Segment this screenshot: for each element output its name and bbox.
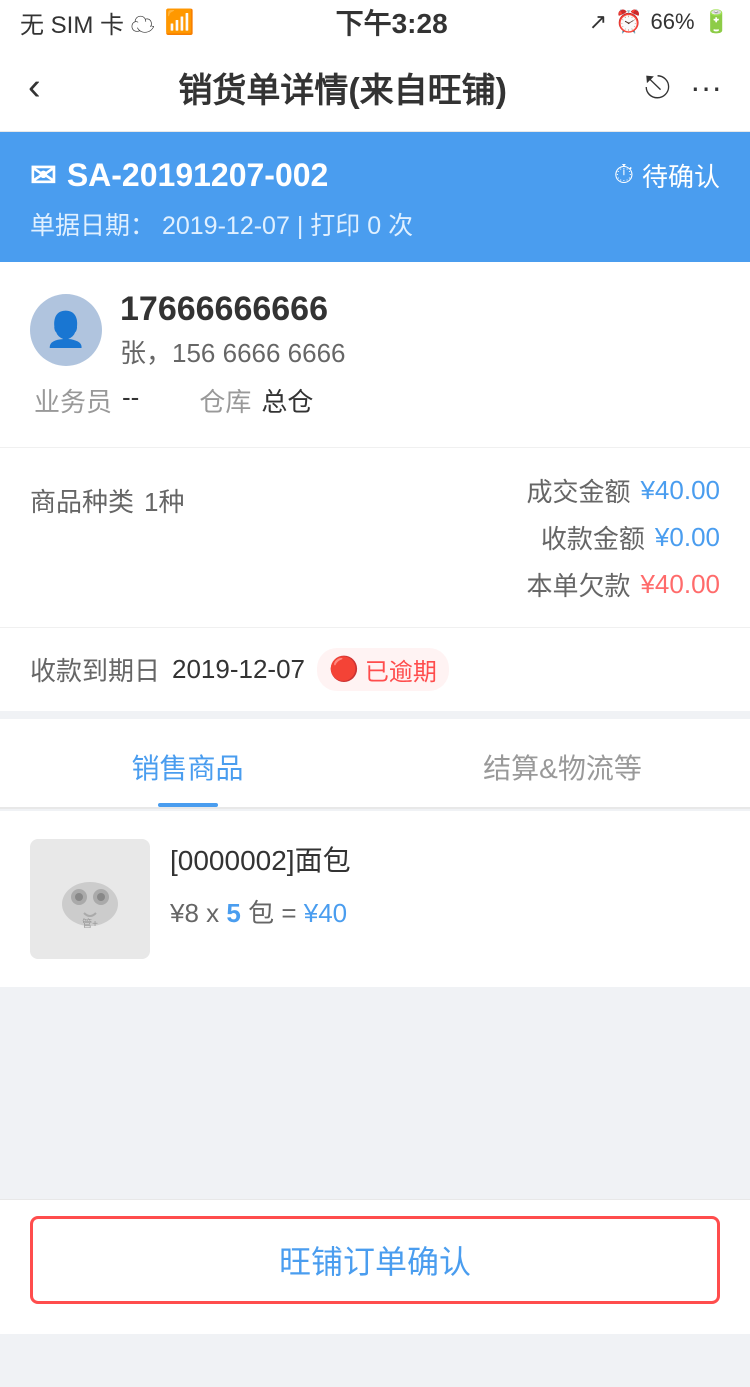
customer-info: 17666666666 张，156 6666 6666 <box>120 290 346 370</box>
product-item: 管+ [0000002]面包 ¥8 x 5 包 = ¥40 <box>30 839 720 959</box>
due-section: 收款到期日 2019-12-07 🔴 已逾期 <box>0 628 750 719</box>
tab-sales-goods[interactable]: 销售商品 <box>0 719 375 807</box>
warehouse-value: 总仓 <box>261 382 313 419</box>
price-per-unit: ¥8 <box>170 898 199 928</box>
order-date-line: 单据日期： 2019-12-07 | 打印 0 次 <box>30 206 720 242</box>
product-info: [0000002]面包 ¥8 x 5 包 = ¥40 <box>170 839 720 930</box>
product-total: ¥40 <box>304 898 347 928</box>
nav-actions: ⎋ ··· <box>645 69 722 107</box>
product-price-row: ¥8 x 5 包 = ¥40 <box>170 893 720 930</box>
print-suffix: 次 <box>388 212 413 240</box>
order-status: ⏱ 待确认 <box>614 157 720 194</box>
order-id-text: SA-20191207-002 <box>67 157 329 194</box>
owed-value: ¥40.00 <box>640 569 720 600</box>
warehouse-label: 仓库 <box>199 382 251 419</box>
date-label: 单据日期： <box>30 212 155 240</box>
due-label: 收款到期日 <box>30 651 160 688</box>
product-image: 管+ <box>30 839 150 959</box>
page-title: 销货单详情(来自旺铺) <box>178 63 507 112</box>
staff-value: -- <box>122 382 139 419</box>
tab-settlement[interactable]: 结算&物流等 <box>375 719 750 807</box>
due-date-value: 2019-12-07 <box>172 654 305 685</box>
order-status-text: 待确认 <box>642 157 720 194</box>
goods-type-row: 商品种类 1种 <box>30 482 184 519</box>
owed-label: 本单欠款 <box>526 566 630 603</box>
collected-label: 收款金额 <box>541 519 645 556</box>
svg-text:管+: 管+ <box>82 917 98 929</box>
collected-value: ¥0.00 <box>655 522 720 553</box>
product-name: [0000002]面包 <box>170 839 720 879</box>
status-bar-left: 无 SIM 卡 ☁ 📶 <box>20 5 195 40</box>
avatar-icon: 👤 <box>45 310 87 350</box>
multiply-sign: x <box>206 898 219 928</box>
nav-bar: ‹ 销货单详情(来自旺铺) ⎋ ··· <box>0 44 750 132</box>
transaction-row: 成交金额 ¥40.00 <box>526 472 720 509</box>
order-icon: ✉ <box>30 156 57 194</box>
confirm-order-button[interactable]: 旺铺订单确认 <box>30 1216 720 1304</box>
back-button[interactable]: ‹ <box>28 66 41 109</box>
transaction-label: 成交金额 <box>526 472 630 509</box>
status-bar: 无 SIM 卡 ☁ 📶 下午3:28 ↗ ⏰ 66% 🔋 <box>0 0 750 44</box>
warehouse-meta: 仓库 总仓 <box>199 382 313 419</box>
customer-name: 张，156 6666 6666 <box>120 333 346 370</box>
status-bar-right: ↗ ⏰ 66% 🔋 <box>589 9 730 35</box>
product-unit: 包 <box>248 898 274 928</box>
overdue-icon: 🔴 <box>329 655 359 684</box>
alarm-icon: ⏰ <box>615 9 642 35</box>
goods-type-value: 1种 <box>144 482 184 519</box>
tab-sales-goods-label: 销售商品 <box>131 753 243 784</box>
order-header: ✉ SA-20191207-002 ⏱ 待确认 单据日期： 2019-12-07… <box>0 132 750 262</box>
battery-icon: 🔋 <box>703 9 730 35</box>
customer-section: 👤 17666666666 张，156 6666 6666 业务员 -- 仓库 … <box>0 262 750 448</box>
tabs-section: 销售商品 结算&物流等 <box>0 719 750 809</box>
status-bar-time: 下午3:28 <box>336 2 448 42</box>
customer-phone: 17666666666 <box>120 290 346 329</box>
battery-level: 66% <box>651 9 695 35</box>
share-icon[interactable]: ⎋ <box>645 69 670 107</box>
bottom-bar: 旺铺订单确认 <box>0 1199 750 1334</box>
equals-sign: = <box>281 898 296 928</box>
order-date-value: 2019-12-07 <box>162 212 290 240</box>
confirm-order-label: 旺铺订单确认 <box>279 1237 471 1283</box>
summary-section: 商品种类 1种 成交金额 ¥40.00 收款金额 ¥0.00 本单欠款 ¥40.… <box>0 448 750 628</box>
customer-meta: 业务员 -- 仓库 总仓 <box>30 382 720 419</box>
print-count: 0 <box>367 212 381 240</box>
product-section: 管+ [0000002]面包 ¥8 x 5 包 = ¥40 <box>0 811 750 987</box>
summary-left: 商品种类 1种 <box>30 472 184 519</box>
wifi-icon: 📶 <box>165 8 195 37</box>
tab-settlement-label: 结算&物流等 <box>483 753 642 784</box>
transaction-value: ¥40.00 <box>640 475 720 506</box>
clock-icon: ⏱ <box>614 159 634 191</box>
product-qty: 5 <box>226 898 240 928</box>
sim-status: 无 SIM 卡 ☁ <box>20 5 155 40</box>
avatar: 👤 <box>30 294 102 366</box>
overdue-badge: 🔴 已逾期 <box>317 648 449 691</box>
overdue-text: 已逾期 <box>365 652 437 687</box>
summary-right: 成交金额 ¥40.00 收款金额 ¥0.00 本单欠款 ¥40.00 <box>526 472 720 603</box>
print-separator: | 打印 <box>297 212 360 240</box>
goods-type-label: 商品种类 <box>30 482 134 519</box>
product-img-svg: 管+ <box>50 869 130 929</box>
owed-row: 本单欠款 ¥40.00 <box>526 566 720 603</box>
collected-row: 收款金额 ¥0.00 <box>541 519 720 556</box>
more-icon[interactable]: ··· <box>690 69 722 106</box>
staff-meta: 业务员 -- <box>34 382 139 419</box>
location-icon: ↗ <box>589 9 607 35</box>
staff-label: 业务员 <box>34 382 112 419</box>
order-id-section: ✉ SA-20191207-002 <box>30 156 328 194</box>
